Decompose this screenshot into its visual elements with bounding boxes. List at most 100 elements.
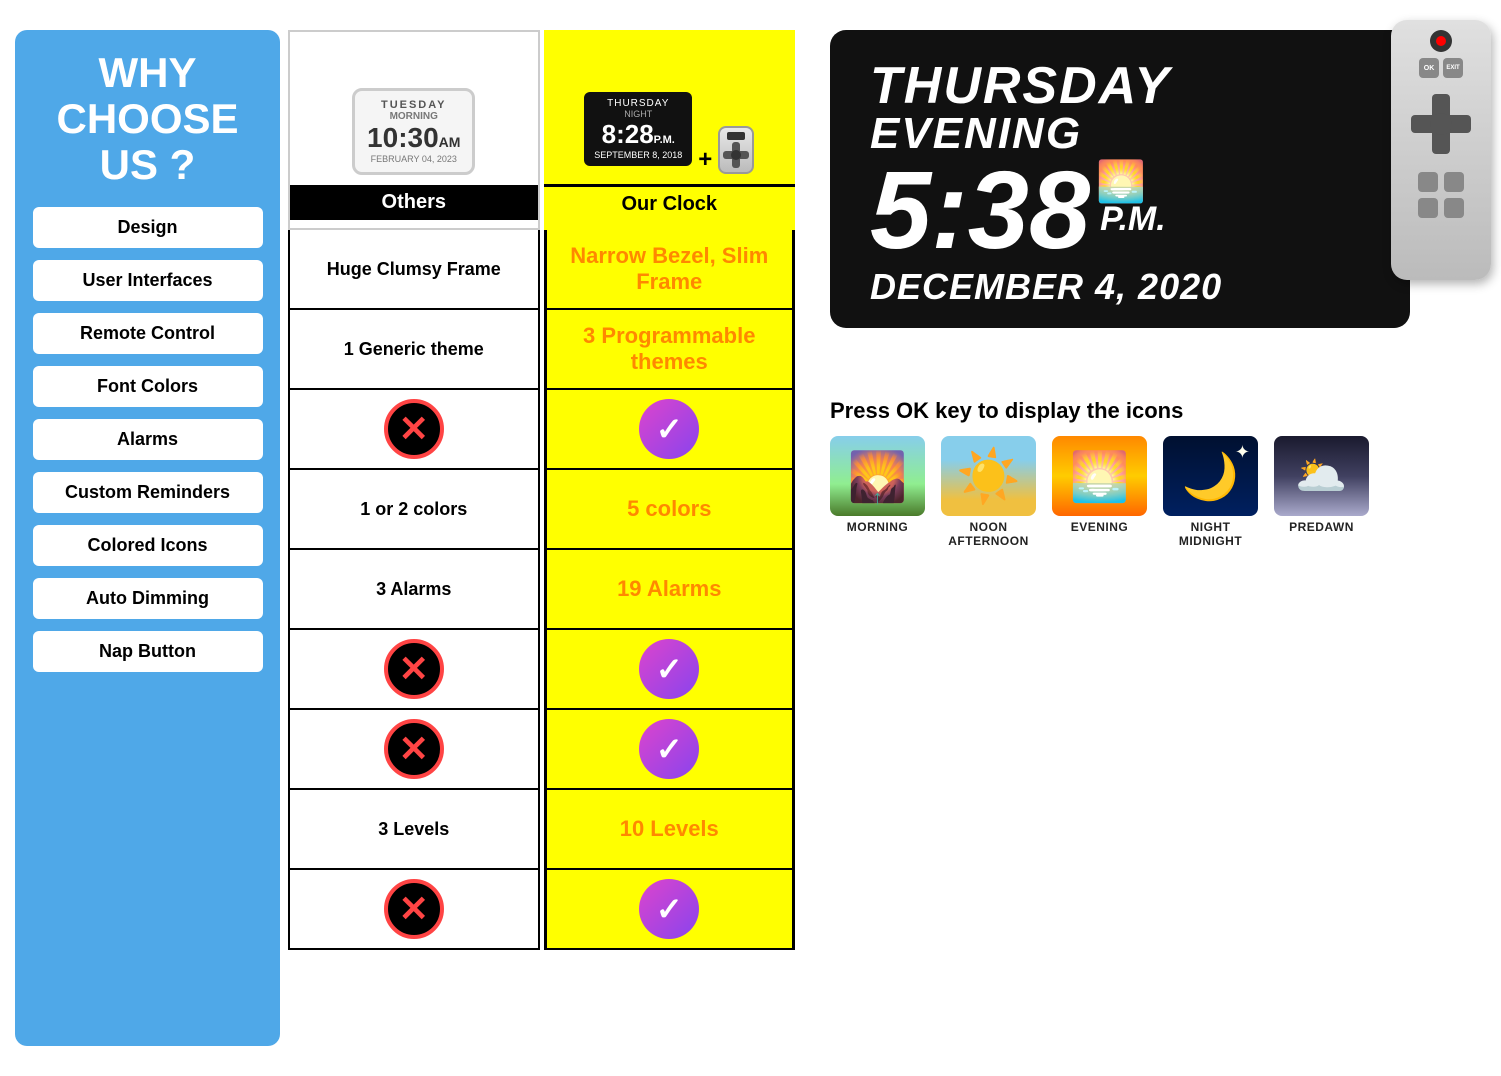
others-dimming: 3 Levels	[288, 790, 540, 870]
others-icons: ✕	[288, 710, 540, 790]
morning-label: MORNING	[847, 520, 909, 534]
ours-clock-digital: THURSDAY NIGHT 8:28P.M. SEPTEMBER 8, 201…	[584, 92, 692, 166]
ours-icons-check: ✓	[639, 719, 699, 779]
ours-design: Narrow Bezel, Slim Frame	[544, 230, 796, 310]
evening-icon: 🌅	[1052, 436, 1147, 516]
remote-btn-4	[1444, 198, 1464, 218]
feature-auto-dimming: Auto Dimming	[33, 578, 263, 619]
big-clock-time-row: 5:38 🌅 P.M.	[870, 156, 1370, 266]
icon-item-noon: ☀️ NOON AFTERNOON	[941, 436, 1036, 548]
plus-sign: +	[698, 146, 712, 174]
remote-mini-dpad	[723, 143, 749, 168]
feature-font-colors: Font Colors	[33, 366, 263, 407]
icons-section: Press OK key to display the icons 🌄 ↑ MO…	[830, 398, 1481, 548]
others-font: 1 or 2 colors	[288, 470, 540, 550]
feature-alarms: Alarms	[33, 419, 263, 460]
ours-clock-date: SEPTEMBER 8, 2018	[594, 150, 682, 160]
ours-nap-check: ✓	[639, 879, 699, 939]
others-clock-date: FEBRUARY 04, 2023	[367, 154, 460, 164]
why-title: WHY CHOOSE US ?	[56, 50, 238, 189]
data-columns: TUESDAY MORNING 10:30AM FEBRUARY 04, 202…	[288, 30, 795, 1046]
morning-icon: 🌄 ↑	[830, 436, 925, 516]
others-reminders: ✕	[288, 630, 540, 710]
ours-header-label: Our Clock	[544, 184, 796, 222]
feature-custom-reminders: Custom Reminders	[33, 472, 263, 513]
predawn-label: PREDAWN	[1289, 520, 1354, 534]
remote-power-btn	[1430, 30, 1452, 52]
ours-clock-time: 8:28P.M.	[594, 119, 682, 150]
ours-nap: ✓	[544, 870, 796, 950]
icon-item-evening: 🌅 EVENING	[1052, 436, 1147, 534]
feature-colored-icons: Colored Icons	[33, 525, 263, 566]
big-clock-date: DECEMBER 4, 2020	[870, 266, 1370, 308]
remote-btn-3	[1418, 198, 1438, 218]
evening-label: EVENING	[1071, 520, 1129, 534]
ours-reminders: ✓	[544, 630, 796, 710]
ours-icons: ✓	[544, 710, 796, 790]
noon-label: NOON AFTERNOON	[948, 520, 1029, 548]
others-icons-x: ✕	[384, 719, 444, 779]
others-header-label: Others	[290, 185, 538, 220]
others-column: TUESDAY MORNING 10:30AM FEBRUARY 04, 202…	[288, 30, 540, 1046]
big-clock-display: THURSDAY EVENING 5:38 🌅 P.M. DECEMBER 4,…	[830, 30, 1410, 328]
predawn-emoji: 🌥️	[1295, 452, 1347, 501]
noon-emoji: ☀️	[956, 446, 1021, 507]
ours-dimming: 10 Levels	[544, 790, 796, 870]
remote-btn-1	[1418, 172, 1438, 192]
others-remote: ✕	[288, 390, 540, 470]
remote-mini	[718, 126, 754, 174]
ours-header: THURSDAY NIGHT 8:28P.M. SEPTEMBER 8, 201…	[544, 30, 796, 230]
remote-control-big: OK EXIT	[1391, 20, 1491, 280]
remote-btn-2	[1444, 172, 1464, 192]
others-nap-x: ✕	[384, 879, 444, 939]
ours-remote-check: ✓	[639, 399, 699, 459]
others-alarms: 3 Alarms	[288, 550, 540, 630]
icon-item-predawn: 🌥️ PREDAWN	[1274, 436, 1369, 534]
feature-user-interfaces: User Interfaces	[33, 260, 263, 301]
others-reminders-x: ✕	[384, 639, 444, 699]
icon-item-night: 🌙 ✦ NIGHT MIDNIGHT	[1163, 436, 1258, 548]
big-clock-suffix-sun: 🌅 P.M.	[1096, 162, 1166, 248]
others-clock-sub: MORNING	[367, 111, 460, 122]
others-remote-x: ✕	[384, 399, 444, 459]
night-label: NIGHT MIDNIGHT	[1179, 520, 1242, 548]
ours-clock-day: THURSDAY	[594, 98, 682, 109]
ours-clock-preview: THURSDAY NIGHT 8:28P.M. SEPTEMBER 8, 201…	[574, 74, 764, 184]
others-clock-day: TUESDAY	[367, 99, 460, 111]
remote-dpad-center-big	[1430, 113, 1452, 135]
others-design: Huge Clumsy Frame	[288, 230, 540, 310]
feature-design: Design	[33, 207, 263, 248]
noon-icon: ☀️	[941, 436, 1036, 516]
remote-ok-btn: OK	[1419, 58, 1439, 78]
comparison-section: WHY CHOOSE US ? Design User Interfaces R…	[0, 0, 810, 1076]
night-emoji: 🌙	[1182, 449, 1239, 504]
others-clock-preview: TUESDAY MORNING 10:30AM FEBRUARY 04, 202…	[352, 88, 475, 175]
remote-exit-btn: EXIT	[1443, 58, 1463, 78]
remote-dpad-big	[1411, 94, 1471, 154]
remote-bottom-btns-2	[1418, 198, 1464, 218]
why-column: WHY CHOOSE US ? Design User Interfaces R…	[15, 30, 280, 1046]
remote-bottom-btns	[1418, 172, 1464, 192]
icons-section-title: Press OK key to display the icons	[830, 398, 1481, 424]
feature-nap-button: Nap Button	[33, 631, 263, 672]
ours-alarms: 19 Alarms	[544, 550, 796, 630]
ours-column: THURSDAY NIGHT 8:28P.M. SEPTEMBER 8, 201…	[544, 30, 796, 1046]
others-nap: ✕	[288, 870, 540, 950]
big-clock-day: THURSDAY	[870, 60, 1370, 112]
remote-top-btns: OK EXIT	[1419, 58, 1463, 78]
evening-emoji: 🌅	[1070, 448, 1130, 505]
ours-remote: ✓	[544, 390, 796, 470]
clock-area: THURSDAY EVENING 5:38 🌅 P.M. DECEMBER 4,…	[830, 30, 1481, 358]
sun-icon: 🌅	[1096, 162, 1166, 202]
ours-ui: 3 Programmable themes	[544, 310, 796, 390]
ours-font: 5 colors	[544, 470, 796, 550]
icon-item-morning: 🌄 ↑ MORNING	[830, 436, 925, 534]
big-clock-time: 5:38	[870, 156, 1090, 266]
ours-clock-sub: NIGHT	[594, 109, 682, 119]
others-header: TUESDAY MORNING 10:30AM FEBRUARY 04, 202…	[288, 30, 540, 230]
night-icon: 🌙 ✦	[1163, 436, 1258, 516]
right-section: THURSDAY EVENING 5:38 🌅 P.M. DECEMBER 4,…	[810, 0, 1501, 1076]
icons-row: 🌄 ↑ MORNING ☀️ NOON AFTERNOON 🌅 EVENING	[830, 436, 1481, 548]
night-star: ✦	[1235, 442, 1250, 463]
remote-mini-top	[727, 132, 745, 140]
